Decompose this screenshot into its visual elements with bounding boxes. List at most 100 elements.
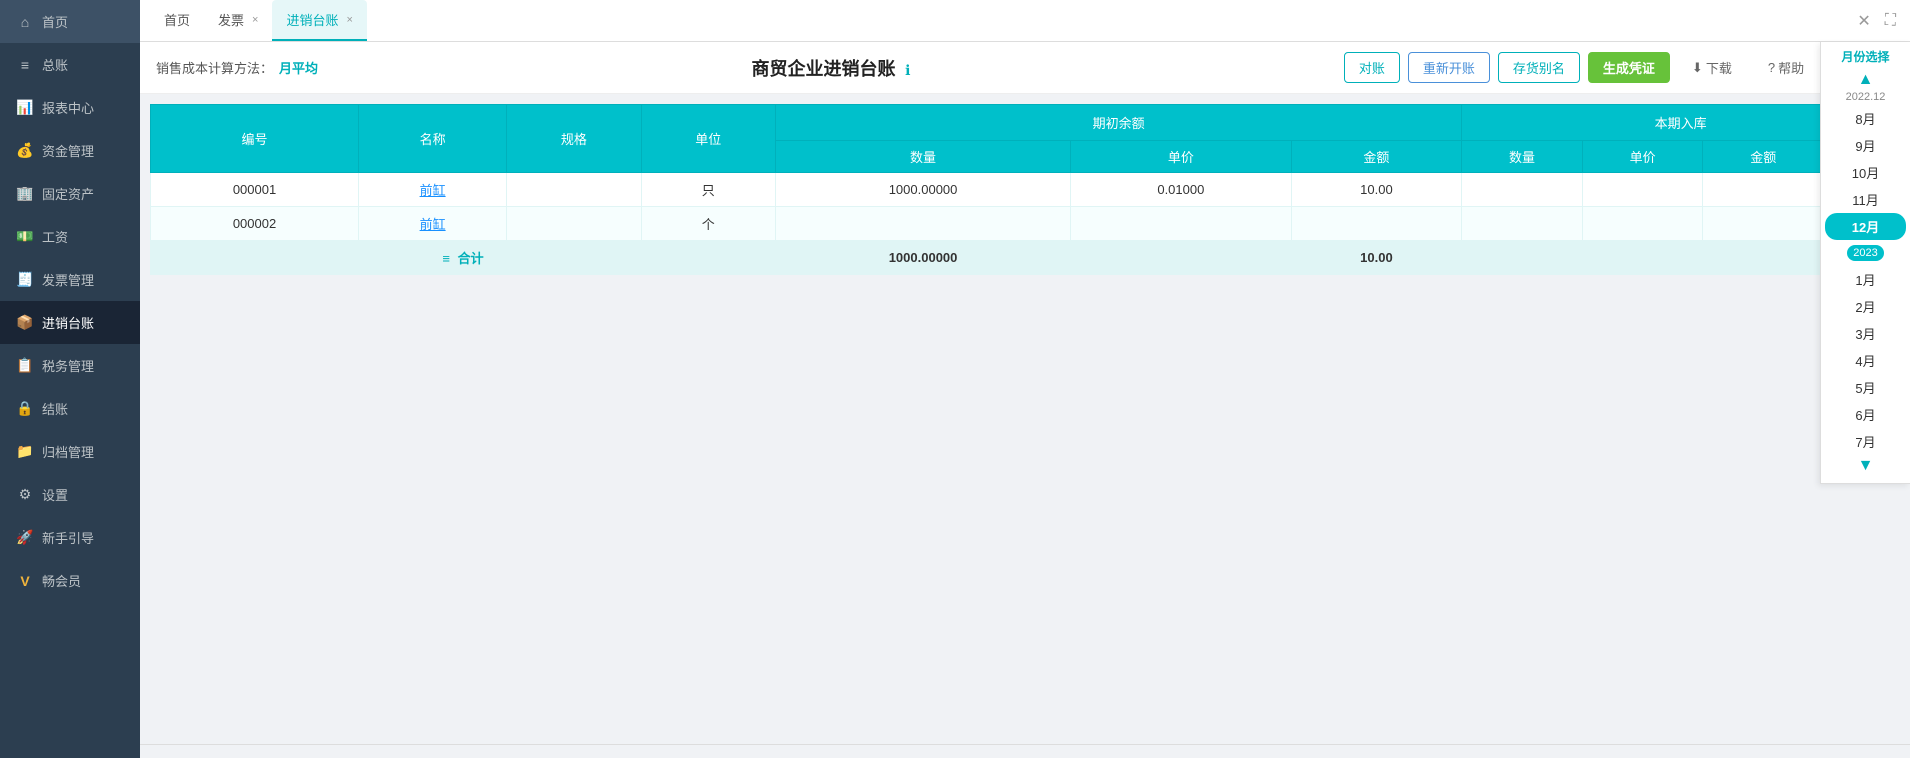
ledger-icon: ≡ <box>16 57 34 73</box>
sidebar-item-fund[interactable]: 💰 资金管理 <box>0 129 140 172</box>
month-11[interactable]: 11月 <box>1825 186 1906 213</box>
tab-bar: 首页 发票 × 进销台账 × ✕ ⛶ <box>140 0 1910 42</box>
cell-open-amount <box>1291 207 1462 241</box>
sidebar-item-label: 总账 <box>42 55 68 74</box>
sidebar-item-label: 资金管理 <box>42 141 94 160</box>
col-open-price-header: 单价 <box>1071 141 1291 173</box>
cell-open-qty <box>775 207 1070 241</box>
tab-invoice-label: 发票 <box>218 10 244 29</box>
month-12[interactable]: 12月 <box>1825 213 1906 240</box>
table-header-top: 编号 名称 规格 单位 期初余额 本期入库 <box>151 105 1900 141</box>
salary-icon: 💵 <box>16 228 34 245</box>
save-alias-button[interactable]: 存货别名 <box>1498 52 1580 83</box>
sidebar-item-tax[interactable]: 📋 税务管理 <box>0 344 140 387</box>
month-2[interactable]: 2月 <box>1825 293 1906 320</box>
col-opening-header: 期初余额 <box>775 105 1461 141</box>
cell-unit: 只 <box>641 173 775 207</box>
month-1[interactable]: 1月 <box>1825 266 1906 293</box>
sidebar-item-label: 进销台账 <box>42 313 94 332</box>
tab-inventory[interactable]: 进销台账 × <box>272 0 366 41</box>
report-icon: 📊 <box>16 99 34 116</box>
month-scroll-up[interactable]: ▲ <box>1825 69 1906 91</box>
sidebar-item-archive[interactable]: 📁 归档管理 <box>0 430 140 473</box>
month-3[interactable]: 3月 <box>1825 320 1906 347</box>
cell-name: 前缸 <box>359 173 507 207</box>
table-total-row: ≡ 合计 1000.00000 10.00 <box>151 241 1900 275</box>
generate-button[interactable]: 生成凭证 <box>1588 52 1670 83</box>
download-icon: ⬇ <box>1692 60 1703 76</box>
invoice-icon: 🧾 <box>16 271 34 288</box>
sidebar-item-report[interactable]: 📊 报表中心 <box>0 86 140 129</box>
sidebar-item-asset[interactable]: 🏢 固定资产 <box>0 172 140 215</box>
total-label: 合计 <box>458 251 484 266</box>
cell-in-price <box>1582 207 1703 241</box>
cell-in-qty <box>1462 207 1583 241</box>
vip-icon: V <box>16 573 34 589</box>
col-open-qty-header: 数量 <box>775 141 1070 173</box>
month-scroll-down[interactable]: ▼ <box>1825 455 1906 477</box>
sidebar-item-close[interactable]: 🔒 结账 <box>0 387 140 430</box>
cell-open-amount: 10.00 <box>1291 173 1462 207</box>
tab-invoice-close[interactable]: × <box>252 14 258 26</box>
month-8[interactable]: 8月 <box>1825 105 1906 132</box>
page-title: 商贸企业进销台账 <box>751 59 895 79</box>
sidebar-item-inventory[interactable]: 📦 进销台账 <box>0 301 140 344</box>
sidebar-item-label: 设置 <box>42 485 68 504</box>
sidebar-item-guide[interactable]: 🚀 新手引导 <box>0 516 140 559</box>
month-9[interactable]: 9月 <box>1825 132 1906 159</box>
col-in-amount-header: 金额 <box>1703 141 1824 173</box>
month-panel-title: 月份选择 <box>1841 48 1889 65</box>
help-button[interactable]: ? 帮助 <box>1754 53 1818 82</box>
sidebar-item-invoice[interactable]: 🧾 发票管理 <box>0 258 140 301</box>
year-2023-tag: 2023 <box>1847 245 1883 261</box>
content-area: 销售成本计算方法： 月平均 商贸企业进销台账 ℹ 对账 重新开账 存货别名 生成… <box>140 42 1910 758</box>
bottom-scrollbar[interactable] <box>140 744 1910 758</box>
window-close-button[interactable]: ✕ <box>1853 7 1874 35</box>
info-icon[interactable]: ℹ <box>905 62 910 78</box>
month-10[interactable]: 10月 <box>1825 159 1906 186</box>
tab-invoice[interactable]: 发票 × <box>204 0 272 41</box>
tab-home[interactable]: 首页 <box>150 0 204 41</box>
settings-icon: ⚙ <box>16 486 34 503</box>
window-controls: ✕ ⛶ <box>1853 7 1900 35</box>
total-open-price <box>1071 241 1291 275</box>
month-4[interactable]: 4月 <box>1825 347 1906 374</box>
sidebar-item-home[interactable]: ⌂ 首页 <box>0 0 140 43</box>
table-row: 000001 前缸 只 1000.00000 0.01000 10.00 <box>151 173 1900 207</box>
sidebar-item-salary[interactable]: 💵 工资 <box>0 215 140 258</box>
sidebar-item-vip[interactable]: V 畅会员 <box>0 559 140 602</box>
cell-spec <box>507 173 641 207</box>
month-6[interactable]: 6月 <box>1825 401 1906 428</box>
col-name-header: 名称 <box>359 105 507 173</box>
reconcile-button[interactable]: 对账 <box>1344 52 1400 83</box>
help-icon: ? <box>1768 60 1775 75</box>
cost-method-label: 销售成本计算方法： <box>156 58 273 77</box>
cost-method-area: 销售成本计算方法： 月平均 <box>156 58 318 77</box>
sidebar-item-label: 税务管理 <box>42 356 94 375</box>
month-7[interactable]: 7月 <box>1825 428 1906 455</box>
cell-name: 前缸 <box>359 207 507 241</box>
tab-inventory-label: 进销台账 <box>286 10 338 29</box>
cell-open-qty: 1000.00000 <box>775 173 1070 207</box>
tab-home-label: 首页 <box>164 10 190 29</box>
total-in-amount <box>1703 241 1824 275</box>
cell-in-amount <box>1703 207 1824 241</box>
sidebar-item-ledger[interactable]: ≡ 总账 <box>0 43 140 86</box>
col-in-price-header: 单价 <box>1582 141 1703 173</box>
col-id-header: 编号 <box>151 105 359 173</box>
reopen-button[interactable]: 重新开账 <box>1408 52 1490 83</box>
home-icon: ⌂ <box>16 14 34 30</box>
tab-inventory-close[interactable]: × <box>346 14 352 26</box>
cell-id: 000001 <box>151 173 359 207</box>
window-maximize-button[interactable]: ⛶ <box>1881 7 1900 35</box>
month-5[interactable]: 5月 <box>1825 374 1906 401</box>
sidebar-item-label: 工资 <box>42 227 68 246</box>
sidebar-item-settings[interactable]: ⚙ 设置 <box>0 473 140 516</box>
inventory-table: 编号 名称 规格 单位 期初余额 本期入库 数量 单价 金额 数量 单价 金额 <box>150 104 1900 275</box>
toolbar-buttons: 对账 重新开账 存货别名 生成凭证 ⬇ 下载 ? 帮助 ↻ 刷新 <box>1344 52 1894 83</box>
inventory-icon: 📦 <box>16 314 34 331</box>
asset-icon: 🏢 <box>16 185 34 202</box>
year-2022-label: 2022.12 <box>1846 91 1886 103</box>
download-button[interactable]: ⬇ 下载 <box>1678 53 1746 82</box>
sidebar-item-label: 首页 <box>42 12 68 31</box>
